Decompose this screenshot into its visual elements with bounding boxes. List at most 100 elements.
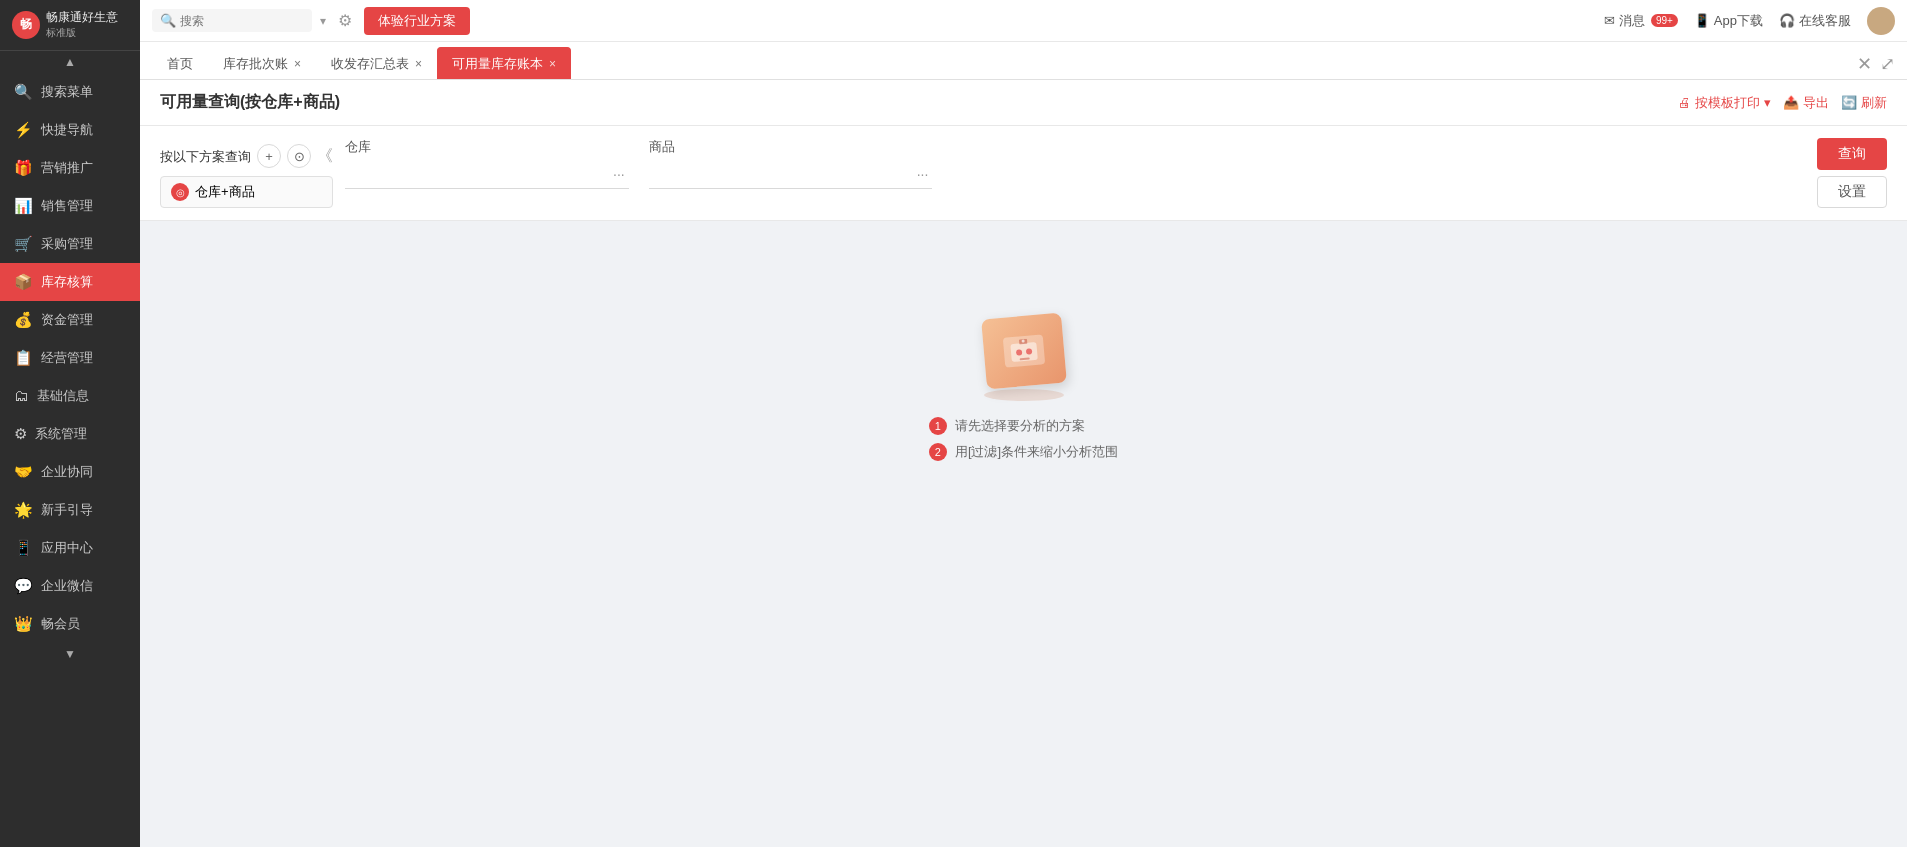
refresh-button[interactable]: 🔄 刷新 bbox=[1841, 94, 1887, 112]
page-actions: 🖨 按模板打印 ▾ 📤 导出 🔄 刷新 bbox=[1678, 94, 1887, 112]
wechat-icon: 💬 bbox=[14, 577, 33, 595]
sidebar-item-operations[interactable]: 📋 经营管理 bbox=[0, 339, 140, 377]
goods-label: 商品 bbox=[649, 138, 933, 156]
export-button[interactable]: 📤 导出 bbox=[1783, 94, 1829, 112]
receipt-summary-close-icon[interactable]: × bbox=[415, 58, 422, 70]
hint-text-1: 请先选择要分析的方案 bbox=[955, 417, 1085, 435]
print-label: 按模板打印 bbox=[1695, 94, 1760, 112]
collapse-button[interactable]: 《 bbox=[317, 146, 333, 167]
sidebar-item-sales[interactable]: 📊 销售管理 bbox=[0, 187, 140, 225]
sales-icon: 📊 bbox=[14, 197, 33, 215]
query-btn-area: 查询 设置 bbox=[1797, 138, 1887, 208]
filter-section: 按以下方案查询 + ⊙ 《 ◎ 仓库+商品 bbox=[140, 126, 1907, 221]
sidebar-item-shortcuts[interactable]: ⚡ 快捷导航 bbox=[0, 111, 140, 149]
export-label: 导出 bbox=[1803, 94, 1829, 112]
sidebar-item-basic-info[interactable]: 🗂 基础信息 bbox=[0, 377, 140, 415]
tab-home[interactable]: 首页 bbox=[152, 47, 208, 79]
goods-input[interactable] bbox=[649, 167, 909, 182]
sidebar-item-purchase[interactable]: 🛒 采购管理 bbox=[0, 225, 140, 263]
warehouse-input[interactable] bbox=[345, 167, 605, 182]
online-service-item[interactable]: 🎧 在线客服 bbox=[1779, 12, 1851, 30]
topbar: 🔍 ▾ ⚙ 体验行业方案 ✉ 消息 99+ 📱 App下载 🎧 在线客服 bbox=[140, 0, 1907, 42]
sidebar-item-system[interactable]: ⚙ 系统管理 bbox=[0, 415, 140, 453]
tabs-bar: 首页 库存批次账 × 收发存汇总表 × 可用量库存账本 × ✕ ⤢ bbox=[140, 42, 1907, 80]
headset-icon: 🎧 bbox=[1779, 13, 1795, 28]
empty-illustration bbox=[964, 301, 1084, 401]
sidebar-item-guide[interactable]: 🌟 新手引导 bbox=[0, 491, 140, 529]
warehouse-more-icon[interactable]: ··· bbox=[609, 164, 629, 184]
empty-hint-1: 1 请先选择要分析的方案 bbox=[929, 417, 1118, 435]
sidebar-item-label: 企业协同 bbox=[41, 463, 93, 481]
messages-label: 消息 bbox=[1619, 12, 1645, 30]
filter-row: 按以下方案查询 + ⊙ 《 ◎ 仓库+商品 bbox=[160, 138, 1887, 208]
empty-hints: 1 请先选择要分析的方案 2 用[过滤]条件来缩小分析范围 bbox=[929, 417, 1118, 461]
main-area: 🔍 ▾ ⚙ 体验行业方案 ✉ 消息 99+ 📱 App下载 🎧 在线客服 bbox=[140, 0, 1907, 847]
sidebar-scroll-down[interactable]: ▼ bbox=[0, 643, 140, 665]
scheme-settings-button[interactable]: ⊙ bbox=[287, 144, 311, 168]
scheme-settings-icon: ⊙ bbox=[294, 149, 305, 164]
sidebar-item-label: 应用中心 bbox=[41, 539, 93, 557]
basic-info-icon: 🗂 bbox=[14, 387, 29, 404]
trial-button[interactable]: 体验行业方案 bbox=[364, 7, 470, 35]
available-ledger-close-icon[interactable]: × bbox=[549, 58, 556, 70]
messages-item[interactable]: ✉ 消息 99+ bbox=[1604, 12, 1678, 30]
goods-more-icon[interactable]: ··· bbox=[913, 164, 933, 184]
print-icon: 🖨 bbox=[1678, 95, 1691, 110]
sidebar-item-enterprise[interactable]: 🤝 企业协同 bbox=[0, 453, 140, 491]
sidebar-item-inventory[interactable]: 📦 库存核算 bbox=[0, 263, 140, 301]
search-chevron-icon[interactable]: ▾ bbox=[320, 14, 326, 28]
scheme-item[interactable]: ◎ 仓库+商品 bbox=[160, 176, 333, 208]
sidebar-item-wechat[interactable]: 💬 企业微信 bbox=[0, 567, 140, 605]
search-box[interactable]: 🔍 bbox=[152, 9, 312, 32]
sidebar-logo: 畅 畅康通好生意 标准版 bbox=[0, 0, 140, 51]
search-icon: 🔍 bbox=[160, 13, 176, 28]
sidebar-item-label: 资金管理 bbox=[41, 311, 93, 329]
goods-field: 商品 ··· bbox=[649, 138, 933, 189]
member-icon: 👑 bbox=[14, 615, 33, 633]
sidebar-item-member[interactable]: 👑 畅会员 bbox=[0, 605, 140, 643]
expand-tab-button[interactable]: ⤢ bbox=[1880, 53, 1895, 75]
refresh-label: 刷新 bbox=[1861, 94, 1887, 112]
filter-fields: 仓库 ··· 商品 ··· bbox=[345, 138, 1785, 189]
tab-available-ledger[interactable]: 可用量库存账本 × bbox=[437, 47, 571, 79]
scheme-selector: 按以下方案查询 + ⊙ 《 ◎ 仓库+商品 bbox=[160, 138, 333, 208]
batch-account-close-icon[interactable]: × bbox=[294, 58, 301, 70]
filter-label: 按以下方案查询 bbox=[160, 140, 251, 166]
content-area: 可用量查询(按仓库+商品) 🖨 按模板打印 ▾ 📤 导出 🔄 刷新 bbox=[140, 80, 1907, 847]
refresh-icon: 🔄 bbox=[1841, 95, 1857, 110]
topbar-gear-icon[interactable]: ⚙ bbox=[338, 11, 352, 30]
sidebar-item-finance[interactable]: 💰 资金管理 bbox=[0, 301, 140, 339]
sidebar-scroll-up[interactable]: ▲ bbox=[0, 51, 140, 73]
sidebar-item-label: 采购管理 bbox=[41, 235, 93, 253]
enterprise-icon: 🤝 bbox=[14, 463, 33, 481]
warehouse-label: 仓库 bbox=[345, 138, 629, 156]
sidebar-item-label: 系统管理 bbox=[35, 425, 87, 443]
tab-batch-account[interactable]: 库存批次账 × bbox=[208, 47, 316, 79]
query-button[interactable]: 查询 bbox=[1817, 138, 1887, 170]
sidebar-item-label: 经营管理 bbox=[41, 349, 93, 367]
add-scheme-button[interactable]: + bbox=[257, 144, 281, 168]
sidebar-item-search[interactable]: 🔍 搜索菜单 bbox=[0, 73, 140, 111]
print-chevron-icon: ▾ bbox=[1764, 95, 1771, 110]
sidebar-item-label: 基础信息 bbox=[37, 387, 89, 405]
batch-account-tab-label: 库存批次账 bbox=[223, 55, 288, 73]
sidebar-item-label: 营销推广 bbox=[41, 159, 93, 177]
search-input[interactable] bbox=[180, 14, 300, 28]
settings-button[interactable]: 设置 bbox=[1817, 176, 1887, 208]
print-button[interactable]: 🖨 按模板打印 ▾ bbox=[1678, 94, 1771, 112]
empty-box-face bbox=[1002, 334, 1044, 367]
tabs-right-actions: ✕ ⤢ bbox=[1857, 53, 1895, 79]
tab-receipt-summary[interactable]: 收发存汇总表 × bbox=[316, 47, 437, 79]
guide-icon: 🌟 bbox=[14, 501, 33, 519]
sidebar-item-label: 畅会员 bbox=[41, 615, 80, 633]
sidebar-item-app-center[interactable]: 📱 应用中心 bbox=[0, 529, 140, 567]
sidebar-item-marketing[interactable]: 🎁 营销推广 bbox=[0, 149, 140, 187]
sidebar-item-label: 新手引导 bbox=[41, 501, 93, 519]
phone-icon: 📱 bbox=[1694, 13, 1710, 28]
hint-num-1: 1 bbox=[929, 417, 947, 435]
system-icon: ⚙ bbox=[14, 425, 27, 443]
user-avatar[interactable] bbox=[1867, 7, 1895, 35]
app-download-item[interactable]: 📱 App下载 bbox=[1694, 12, 1763, 30]
close-tab-button[interactable]: ✕ bbox=[1857, 53, 1872, 75]
available-ledger-tab-label: 可用量库存账本 bbox=[452, 55, 543, 73]
